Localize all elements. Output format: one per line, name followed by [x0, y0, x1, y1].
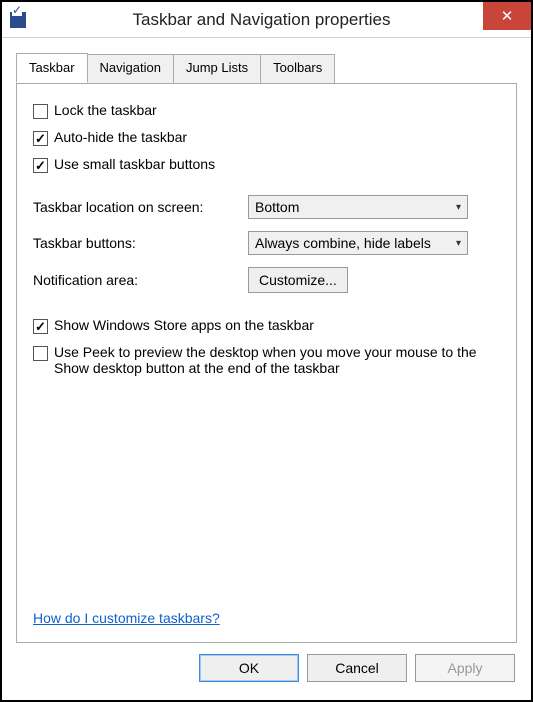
- select-buttons-value: Always combine, hide labels: [255, 235, 431, 251]
- window-title: Taskbar and Navigation properties: [32, 10, 531, 30]
- chevron-down-icon: ▾: [456, 238, 461, 249]
- label-location: Taskbar location on screen:: [33, 199, 248, 215]
- ok-button[interactable]: OK: [199, 654, 299, 682]
- label-lock: Lock the taskbar: [54, 102, 157, 118]
- tab-taskbar[interactable]: Taskbar: [16, 53, 88, 83]
- checkbox-autohide[interactable]: [33, 131, 48, 146]
- tab-toolbars[interactable]: Toolbars: [260, 54, 335, 84]
- content-area: Taskbar Navigation Jump Lists Toolbars L…: [2, 38, 531, 646]
- tabstrip: Taskbar Navigation Jump Lists Toolbars: [16, 54, 517, 84]
- label-buttons: Taskbar buttons:: [33, 235, 248, 251]
- checkbox-lock[interactable]: [33, 104, 48, 119]
- close-button[interactable]: ✕: [483, 2, 531, 30]
- chevron-down-icon: ▾: [456, 202, 461, 213]
- select-location[interactable]: Bottom ▾: [248, 195, 468, 219]
- select-buttons[interactable]: Always combine, hide labels ▾: [248, 231, 468, 255]
- close-icon: ✕: [501, 7, 514, 25]
- titlebar: Taskbar and Navigation properties ✕: [2, 2, 531, 38]
- tab-navigation[interactable]: Navigation: [87, 54, 174, 84]
- checkbox-peek[interactable]: [33, 346, 48, 361]
- apply-button[interactable]: Apply: [415, 654, 515, 682]
- label-notification: Notification area:: [33, 272, 248, 288]
- label-store-apps: Show Windows Store apps on the taskbar: [54, 317, 314, 333]
- cancel-button[interactable]: Cancel: [307, 654, 407, 682]
- tabpanel-taskbar: Lock the taskbar Auto-hide the taskbar U…: [16, 83, 517, 643]
- checkbox-smallbuttons[interactable]: [33, 158, 48, 173]
- help-link[interactable]: How do I customize taskbars?: [33, 610, 220, 626]
- label-autohide: Auto-hide the taskbar: [54, 129, 187, 145]
- tab-jumplists[interactable]: Jump Lists: [173, 54, 261, 84]
- checkbox-store-apps[interactable]: [33, 319, 48, 334]
- label-peek: Use Peek to preview the desktop when you…: [54, 344, 484, 376]
- customize-button[interactable]: Customize...: [248, 267, 348, 293]
- select-location-value: Bottom: [255, 199, 299, 215]
- app-icon: [10, 12, 26, 28]
- dialog-buttons: OK Cancel Apply: [2, 646, 531, 692]
- label-smallbuttons: Use small taskbar buttons: [54, 156, 215, 172]
